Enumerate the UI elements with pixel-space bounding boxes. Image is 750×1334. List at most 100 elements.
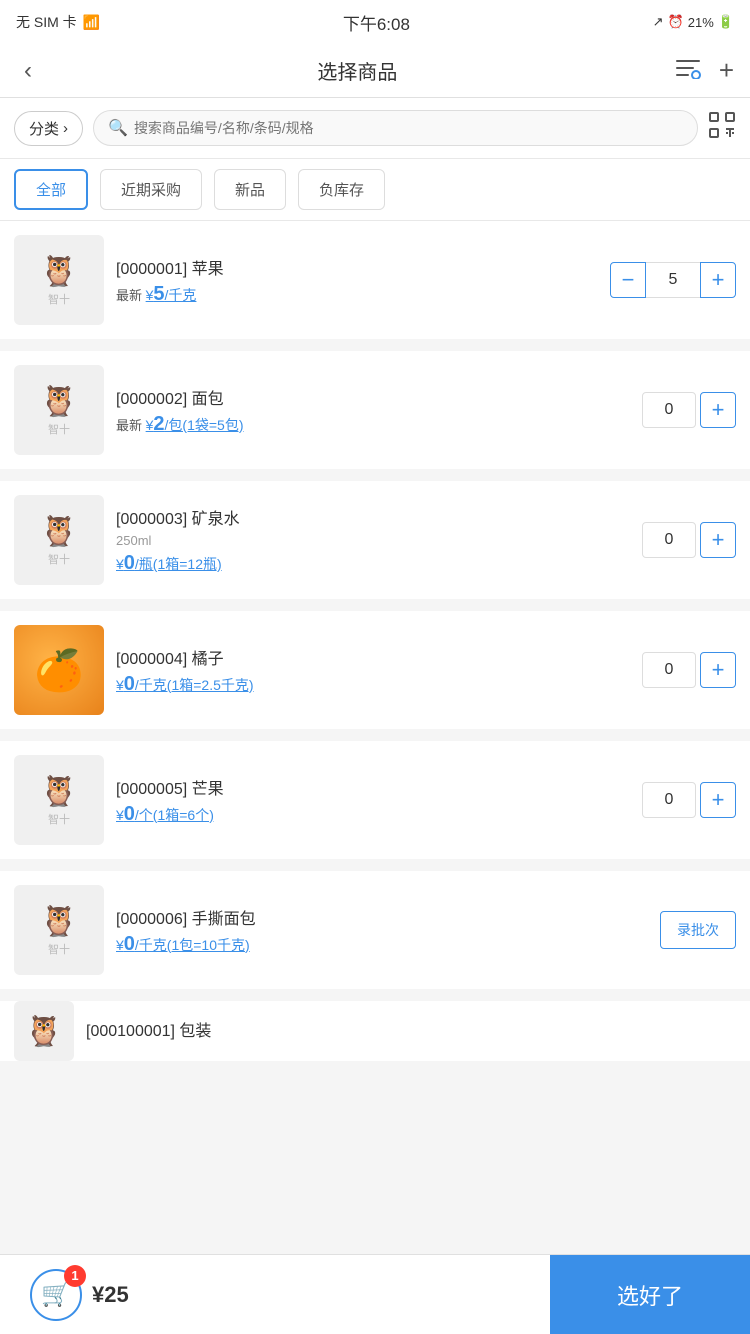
tabs-row: 全部 近期采购 新品 负库存	[0, 159, 750, 221]
owl-icon: 🦉	[40, 774, 77, 809]
owl-brand: 智十	[48, 551, 70, 567]
quantity-input[interactable]	[642, 652, 696, 688]
tab-negative[interactable]: 负库存	[298, 169, 385, 210]
product-name: [0000006] 手撕面包	[116, 905, 648, 929]
owl-brand: 智十	[48, 811, 70, 827]
increase-button[interactable]: +	[700, 652, 736, 688]
product-price: ¥0/千克(1包=10千克)	[116, 933, 648, 956]
increase-button[interactable]: +	[700, 262, 736, 298]
product-price: ¥0/千克(1箱=2.5千克)	[116, 673, 630, 696]
product-image: 🦉 智十	[14, 365, 104, 455]
product-image: 🍊	[14, 625, 104, 715]
confirm-button[interactable]: 选好了	[550, 1255, 750, 1334]
product-price: ¥0/个(1箱=6个)	[116, 803, 630, 826]
list-item: 🦉 智十 [0000005] 芒果 ¥0/个(1箱=6个) +	[0, 741, 750, 859]
record-batch-button[interactable]: 录批次	[660, 911, 736, 949]
list-item: 🦉 智十 [0000001] 苹果 最新 ¥5/千克 − +	[0, 221, 750, 339]
cart-badge: 1	[64, 1265, 86, 1287]
product-name: [0000004] 橘子	[116, 645, 630, 669]
carrier-text: 无 SIM 卡	[16, 12, 77, 32]
owl-icon: 🦉	[25, 1014, 62, 1049]
category-label: 分类	[29, 118, 59, 139]
alarm-icon: ⏰	[668, 14, 684, 30]
battery-icon: 🔋	[718, 14, 734, 30]
owl-brand: 智十	[48, 421, 70, 437]
product-info: [0000003] 矿泉水 250ml ¥0/瓶(1箱=12瓶)	[116, 505, 630, 575]
search-bar: 🔍	[93, 110, 698, 146]
nav-actions: +	[675, 55, 734, 86]
product-price: 最新 ¥2/包(1袋=5包)	[116, 413, 630, 436]
owl-placeholder: 🦉 智十	[14, 755, 104, 845]
product-image: 🦉	[14, 1001, 74, 1061]
owl-icon: 🦉	[40, 384, 77, 419]
list-item: 🦉 智十 [0000006] 手撕面包 ¥0/千克(1包=10千克) 录批次	[0, 871, 750, 989]
product-info: [0000002] 面包 最新 ¥2/包(1袋=5包)	[116, 385, 630, 436]
quantity-input[interactable]	[642, 522, 696, 558]
product-price: 最新 ¥5/千克	[116, 283, 598, 306]
product-image: 🦉 智十	[14, 235, 104, 325]
nav-bar: ‹ 选择商品 +	[0, 44, 750, 98]
status-time: 下午6:08	[343, 10, 410, 35]
product-name: [0000002] 面包	[116, 385, 630, 409]
quantity-control: +	[642, 392, 736, 428]
scan-icon[interactable]	[708, 111, 736, 145]
decrease-button[interactable]: −	[610, 262, 646, 298]
owl-placeholder: 🦉 智十	[14, 885, 104, 975]
cart-total: ¥25	[92, 1282, 129, 1308]
product-name: [0000001] 苹果	[116, 255, 598, 279]
product-info: [0000004] 橘子 ¥0/千克(1箱=2.5千克)	[116, 645, 630, 696]
product-info: [0000005] 芒果 ¥0/个(1箱=6个)	[116, 775, 630, 826]
owl-icon: 🦉	[40, 514, 77, 549]
owl-placeholder: 🦉 智十	[14, 365, 104, 455]
confirm-label: 选好了	[617, 1279, 683, 1311]
owl-brand: 智十	[48, 941, 70, 957]
category-button[interactable]: 分类 ›	[14, 111, 83, 146]
owl-placeholder: 🦉 智十	[14, 495, 104, 585]
tab-recent[interactable]: 近期采购	[100, 169, 202, 210]
back-button[interactable]: ‹	[16, 49, 40, 93]
category-arrow: ›	[63, 120, 68, 137]
cart-area: 🛒 1 ¥25	[0, 1269, 550, 1321]
list-item: 🍊 [0000004] 橘子 ¥0/千克(1箱=2.5千克) +	[0, 611, 750, 729]
quantity-input[interactable]	[646, 262, 700, 298]
search-input[interactable]	[134, 120, 683, 136]
owl-brand: 智十	[48, 291, 70, 307]
quantity-control: +	[642, 782, 736, 818]
product-spec: 250ml	[116, 533, 630, 548]
owl-placeholder: 🦉	[14, 1001, 74, 1061]
page-title: 选择商品	[317, 56, 397, 85]
quantity-control: − +	[610, 262, 736, 298]
quantity-input[interactable]	[642, 782, 696, 818]
bottom-bar: 🛒 1 ¥25 选好了	[0, 1254, 750, 1334]
increase-button[interactable]: +	[700, 782, 736, 818]
add-button[interactable]: +	[719, 55, 734, 86]
product-image: 🦉 智十	[14, 755, 104, 845]
list-item: 🦉 [000100001] 包装	[0, 1001, 750, 1061]
product-image: 🦉 智十	[14, 885, 104, 975]
quantity-control: +	[642, 522, 736, 558]
product-name: [000100001] 包装	[86, 1017, 736, 1041]
battery-text: 21%	[688, 15, 714, 30]
product-info: [0000001] 苹果 最新 ¥5/千克	[116, 255, 598, 306]
list-item: 🦉 智十 [0000002] 面包 最新 ¥2/包(1袋=5包) +	[0, 351, 750, 469]
list-item: 🦉 智十 [0000003] 矿泉水 250ml ¥0/瓶(1箱=12瓶) +	[0, 481, 750, 599]
quantity-control: +	[642, 652, 736, 688]
status-carrier: 无 SIM 卡 📶	[16, 12, 100, 32]
cart-icon-wrap[interactable]: 🛒 1	[30, 1269, 82, 1321]
filter-icon[interactable]	[675, 57, 701, 85]
owl-placeholder: 🦉 智十	[14, 235, 104, 325]
tab-new[interactable]: 新品	[214, 169, 286, 210]
tab-all[interactable]: 全部	[14, 169, 88, 210]
increase-button[interactable]: +	[700, 392, 736, 428]
status-bar: 无 SIM 卡 📶 下午6:08 ↗ ⏰ 21% 🔋	[0, 0, 750, 44]
owl-icon: 🦉	[40, 254, 77, 289]
product-list: 🦉 智十 [0000001] 苹果 最新 ¥5/千克 − + 🦉 智十 [	[0, 221, 750, 1061]
quantity-input[interactable]	[642, 392, 696, 428]
product-image: 🦉 智十	[14, 495, 104, 585]
product-name: [0000005] 芒果	[116, 775, 630, 799]
product-info: [0000006] 手撕面包 ¥0/千克(1包=10千克)	[116, 905, 648, 956]
increase-button[interactable]: +	[700, 522, 736, 558]
filter-row: 分类 › 🔍	[0, 98, 750, 159]
product-name: [0000003] 矿泉水	[116, 505, 630, 529]
status-battery: ↗ ⏰ 21% 🔋	[653, 14, 734, 30]
